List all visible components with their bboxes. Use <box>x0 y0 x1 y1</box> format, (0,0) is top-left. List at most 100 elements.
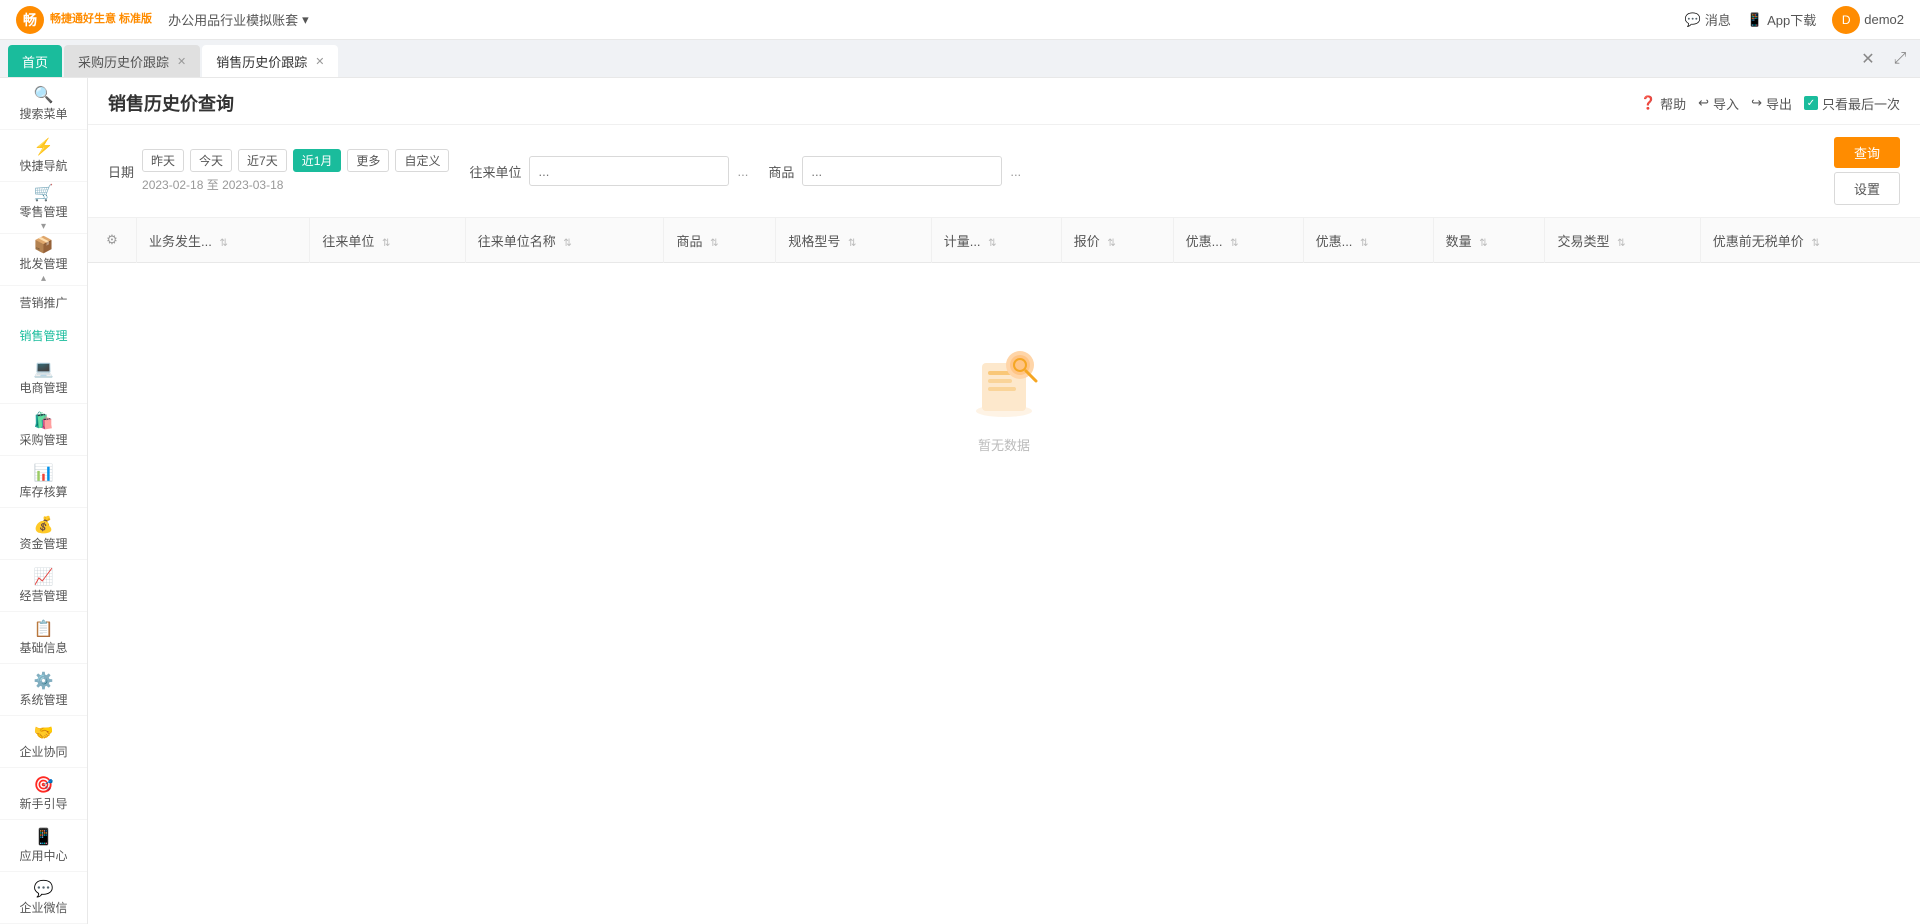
sidebar-guide-label: 新手引导 <box>19 797 67 813</box>
operations-icon: 📈 <box>34 567 54 587</box>
checkbox-icon: ✓ <box>1804 96 1818 110</box>
product-input[interactable] <box>802 156 1002 186</box>
sort-icon: ⇅ <box>1811 238 1819 249</box>
sidebar-item-operations[interactable]: 📈 经营管理 <box>0 560 87 612</box>
close-all-tabs-button[interactable]: ✕ <box>1856 47 1880 71</box>
partner-dots[interactable]: ... <box>737 164 748 179</box>
sort-icon: ⇅ <box>563 238 571 249</box>
sidebar-operations-label: 经营管理 <box>19 589 67 605</box>
sidebar-item-purchase[interactable]: 🛍️ 采购管理 <box>0 404 87 456</box>
data-table: ⚙ 业务发生... ⇅ 往来单位 ⇅ 往来单位名称 ⇅ <box>88 218 1920 263</box>
col-price-label: 报价 <box>1074 234 1100 249</box>
sidebar-item-enterprise[interactable]: 🤝 企业协同 <box>0 716 87 768</box>
table-col-discount2[interactable]: 优惠... ⇅ <box>1303 218 1433 263</box>
purchase-tab-close[interactable]: ✕ <box>177 55 186 68</box>
sidebar-item-guide[interactable]: 🎯 新手引导 <box>0 768 87 820</box>
app-selector[interactable]: 办公用品行业模拟账套 ▾ <box>160 6 317 33</box>
tab-home[interactable]: 首页 <box>8 45 62 77</box>
export-button[interactable]: ↪ 导出 <box>1751 94 1792 113</box>
empty-text: 暂无数据 <box>978 435 1030 454</box>
sidebar-item-wechat[interactable]: 💬 企业微信 <box>0 872 87 924</box>
chevron-down-icon: ▾ <box>41 221 46 232</box>
ecommerce-icon: 💻 <box>34 359 54 379</box>
help-icon: ❓ <box>1640 95 1656 111</box>
sort-icon: ⇅ <box>1230 238 1238 249</box>
sidebar: 🔍 搜索菜单 ⚡ 快捷导航 🛒 零售管理 ▾ 📦 批发管理 ▴ 营销推广 销售管… <box>0 78 88 924</box>
product-filter-group: 商品 ... <box>768 156 1021 186</box>
app-selector-label: 办公用品行业模拟账套 <box>168 10 298 29</box>
search-button[interactable]: 查询 <box>1834 137 1900 168</box>
table-col-trade-type[interactable]: 交易类型 ⇅ <box>1545 218 1700 263</box>
table-col-biz-date[interactable]: 业务发生... ⇅ <box>137 218 310 263</box>
date-btn-last7days[interactable]: 近7天 <box>238 149 287 172</box>
message-button[interactable]: 💬 消息 <box>1685 10 1731 29</box>
table-col-discount1[interactable]: 优惠... ⇅ <box>1173 218 1303 263</box>
table-settings-icon[interactable]: ⚙ <box>100 228 124 252</box>
product-dots[interactable]: ... <box>1010 164 1021 179</box>
import-button[interactable]: ↩ 导入 <box>1698 94 1739 113</box>
sidebar-item-search-menu[interactable]: 🔍 搜索菜单 <box>0 78 87 130</box>
guide-icon: 🎯 <box>34 775 54 795</box>
col-quantity-label: 数量 <box>1446 234 1472 249</box>
sidebar-basicinfo-label: 基础信息 <box>19 641 67 657</box>
date-btn-yesterday[interactable]: 昨天 <box>142 149 184 172</box>
table-col-price[interactable]: 报价 ⇅ <box>1061 218 1173 263</box>
sidebar-item-app-center[interactable]: 📱 应用中心 <box>0 820 87 872</box>
sidebar-item-quick-nav[interactable]: ⚡ 快捷导航 <box>0 130 87 182</box>
sidebar-item-sales-mgmt[interactable]: 销售管理 <box>0 319 87 352</box>
tab-sales-history[interactable]: 销售历史价跟踪 ✕ <box>202 45 338 77</box>
table-col-quantity[interactable]: 数量 ⇅ <box>1433 218 1545 263</box>
user-menu[interactable]: D demo2 <box>1832 6 1904 34</box>
sidebar-ecommerce-label: 电商管理 <box>19 381 67 397</box>
lightning-icon: ⚡ <box>34 137 54 157</box>
sidebar-item-marketing[interactable]: 营销推广 <box>0 286 87 319</box>
partner-input[interactable] <box>529 156 729 186</box>
sidebar-item-finance[interactable]: 💰 资金管理 <box>0 508 87 560</box>
date-range-text: 2023-02-18 至 2023-03-18 <box>142 176 449 193</box>
avatar: D <box>1832 6 1860 34</box>
sort-icon: ⇅ <box>848 238 856 249</box>
sidebar-item-system[interactable]: ⚙️ 系统管理 <box>0 664 87 716</box>
col-partner-code-label: 往来单位 <box>322 234 374 249</box>
only-last-checkbox[interactable]: ✓ 只看最后一次 <box>1804 94 1900 113</box>
only-last-label: 只看最后一次 <box>1822 94 1900 113</box>
filter-area: 日期 昨天 今天 近7天 近1月 更多 自定义 2023-02-18 至 202… <box>88 125 1920 218</box>
table-col-pretax-price[interactable]: 优惠前无税单价 ⇅ <box>1700 218 1920 263</box>
date-btn-today[interactable]: 今天 <box>190 149 232 172</box>
sidebar-purchase-label: 采购管理 <box>19 433 67 449</box>
system-icon: ⚙️ <box>34 671 54 691</box>
app-download-button[interactable]: 📱 App下载 <box>1747 10 1816 29</box>
sort-icon: ⇅ <box>219 238 227 249</box>
col-unit-label: 计量... <box>944 234 981 249</box>
sidebar-item-inventory[interactable]: 📊 库存核算 <box>0 456 87 508</box>
filter-actions: 查询 设置 <box>1834 137 1900 205</box>
sidebar-system-label: 系统管理 <box>19 693 67 709</box>
date-btn-last1month[interactable]: 近1月 <box>293 149 342 172</box>
sidebar-finance-label: 资金管理 <box>19 537 67 553</box>
table-col-unit[interactable]: 计量... ⇅ <box>931 218 1061 263</box>
sort-icon: ⇅ <box>1360 238 1368 249</box>
sidebar-item-ecommerce[interactable]: 💻 电商管理 <box>0 352 87 404</box>
sidebar-item-basic-info[interactable]: 📋 基础信息 <box>0 612 87 664</box>
col-spec-label: 规格型号 <box>788 234 840 249</box>
tab-purchase-history[interactable]: 采购历史价跟踪 ✕ <box>64 45 200 77</box>
help-button[interactable]: ❓ 帮助 <box>1640 94 1686 113</box>
table-col-product[interactable]: 商品 ⇅ <box>664 218 776 263</box>
sidebar-item-wholesale[interactable]: 📦 批发管理 ▴ <box>0 234 87 286</box>
table-col-partner-name[interactable]: 往来单位名称 ⇅ <box>465 218 664 263</box>
date-btn-custom[interactable]: 自定义 <box>395 149 449 172</box>
wholesale-icon: 📦 <box>34 235 54 255</box>
table-col-partner-code[interactable]: 往来单位 ⇅ <box>310 218 465 263</box>
date-btn-more[interactable]: 更多 <box>347 149 389 172</box>
table-col-spec[interactable]: 规格型号 ⇅ <box>776 218 931 263</box>
settings-button[interactable]: 设置 <box>1834 172 1900 205</box>
top-header: 畅 畅捷通好生意 标准版 办公用品行业模拟账套 ▾ 💬 消息 📱 App下载 D… <box>0 0 1920 40</box>
maximize-button[interactable]: ⤢ <box>1888 47 1912 71</box>
sort-icon: ⇅ <box>1617 238 1625 249</box>
content-area: 销售历史价查询 ❓ 帮助 ↩ 导入 ↪ 导出 ✓ 只看最后一次 <box>88 78 1920 924</box>
sidebar-wholesale-label: 批发管理 <box>19 257 67 273</box>
table-container: ⚙ 业务发生... ⇅ 往来单位 ⇅ 往来单位名称 ⇅ <box>88 218 1920 924</box>
empty-illustration <box>964 343 1044 423</box>
sidebar-item-retail[interactable]: 🛒 零售管理 ▾ <box>0 182 87 234</box>
sales-tab-close[interactable]: ✕ <box>315 55 324 68</box>
